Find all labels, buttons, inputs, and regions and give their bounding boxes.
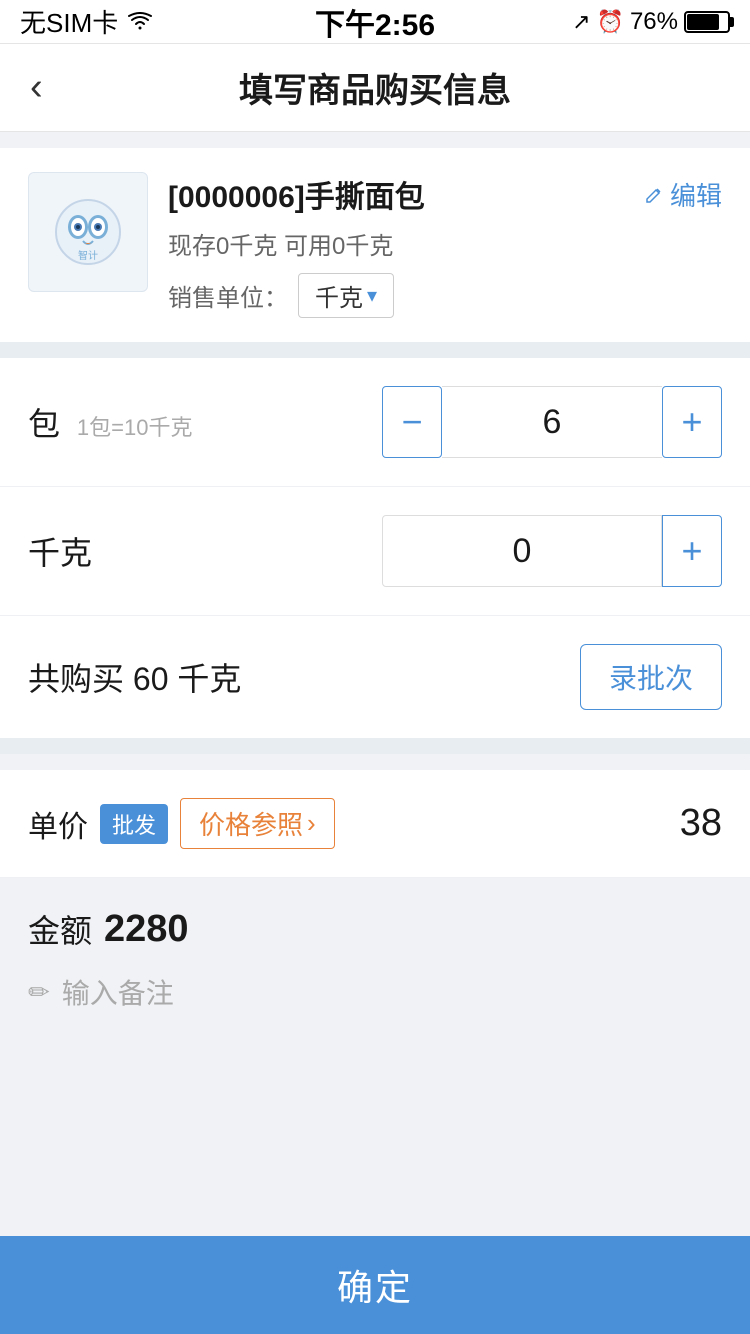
bag-increment-button[interactable]: + [662, 386, 722, 458]
status-time: 下午2:56 [315, 0, 435, 44]
product-stock: 现存0千克 可用0千克 [168, 226, 722, 261]
battery-icon [684, 11, 730, 33]
edit-icon [644, 185, 664, 205]
bag-input-row: 包 1包=10千克 − + [0, 358, 750, 487]
bag-label: 包 1包=10千克 [28, 399, 382, 445]
section-separator-2 [0, 738, 750, 754]
bag-label-text: 包 [28, 406, 60, 442]
remark-placeholder: 输入备注 [62, 972, 174, 1012]
product-image: 智计 [28, 172, 148, 292]
status-bar: 无SIM卡 下午2:56 ↗ ⏰ 76% [0, 0, 750, 44]
product-card: 智计 [0000006]手撕面包 现存0千克 可用0千克 销售单位： 千克 ▾ … [0, 148, 750, 342]
kg-input-row: 千克 + [0, 487, 750, 616]
status-right: ↗ ⏰ 76% [572, 8, 730, 36]
amount-row: 金额 2280 [28, 906, 722, 952]
kg-increment-button[interactable]: + [662, 515, 722, 587]
unit-value: 千克 [315, 278, 363, 313]
svg-text:智计: 智计 [78, 249, 98, 262]
bag-decrement-button[interactable]: − [382, 386, 442, 458]
kg-label: 千克 [28, 528, 382, 574]
batch-button[interactable]: 录批次 [580, 644, 722, 710]
amount-value: 2280 [104, 908, 189, 951]
bag-sub-label: 1包=10千克 [77, 415, 193, 440]
price-value: 38 [680, 802, 722, 845]
remark-row[interactable]: ✏ 输入备注 [28, 972, 722, 1012]
price-ref-label: 价格参照 [199, 805, 303, 842]
back-button[interactable]: ‹ [20, 56, 53, 119]
unit-label: 销售单位： [168, 278, 288, 313]
product-name: [0000006]手撕面包 [168, 172, 722, 216]
price-label: 单价 [28, 802, 88, 846]
product-unit-row: 销售单位： 千克 ▾ [168, 273, 722, 318]
battery-percent: 76% [630, 8, 678, 36]
confirm-button[interactable]: 确定 [0, 1236, 750, 1334]
price-row: 单价 批发 价格参照 › 38 [0, 770, 750, 878]
bag-quantity-input[interactable] [442, 386, 662, 458]
page-title: 填写商品购买信息 [239, 63, 511, 112]
product-info: [0000006]手撕面包 现存0千克 可用0千克 销售单位： 千克 ▾ [168, 172, 722, 318]
unit-select[interactable]: 千克 ▾ [298, 273, 394, 318]
edit-button[interactable]: 编辑 [644, 176, 722, 213]
amount-section: 金额 2280 ✏ 输入备注 [0, 878, 750, 1032]
total-text: 共购买 60 千克 [28, 654, 241, 700]
carrier-text: 无SIM卡 [20, 3, 118, 40]
total-row: 共购买 60 千克 录批次 [0, 616, 750, 738]
price-badge: 批发 [100, 804, 168, 844]
price-ref-arrow: › [307, 808, 316, 839]
location-icon: ↗ [572, 9, 590, 35]
alarm-icon: ⏰ [597, 9, 624, 35]
unit-dropdown-arrow: ▾ [367, 283, 377, 308]
kg-quantity-input[interactable] [382, 515, 662, 587]
product-logo: 智计 [53, 197, 123, 267]
section-separator-1 [0, 342, 750, 358]
kg-stepper: + [382, 515, 722, 587]
amount-label: 金额 [28, 906, 92, 952]
pencil-icon: ✏ [28, 977, 50, 1008]
price-section: 单价 批发 价格参照 › 38 [0, 770, 750, 878]
edit-label: 编辑 [670, 176, 722, 213]
status-carrier: 无SIM卡 [20, 3, 154, 40]
nav-bar: ‹ 填写商品购买信息 [0, 44, 750, 132]
input-section: 包 1包=10千克 − + 千克 + [0, 358, 750, 616]
price-reference-button[interactable]: 价格参照 › [180, 798, 335, 849]
wifi-icon [126, 12, 154, 32]
bag-stepper: − + [382, 386, 722, 458]
